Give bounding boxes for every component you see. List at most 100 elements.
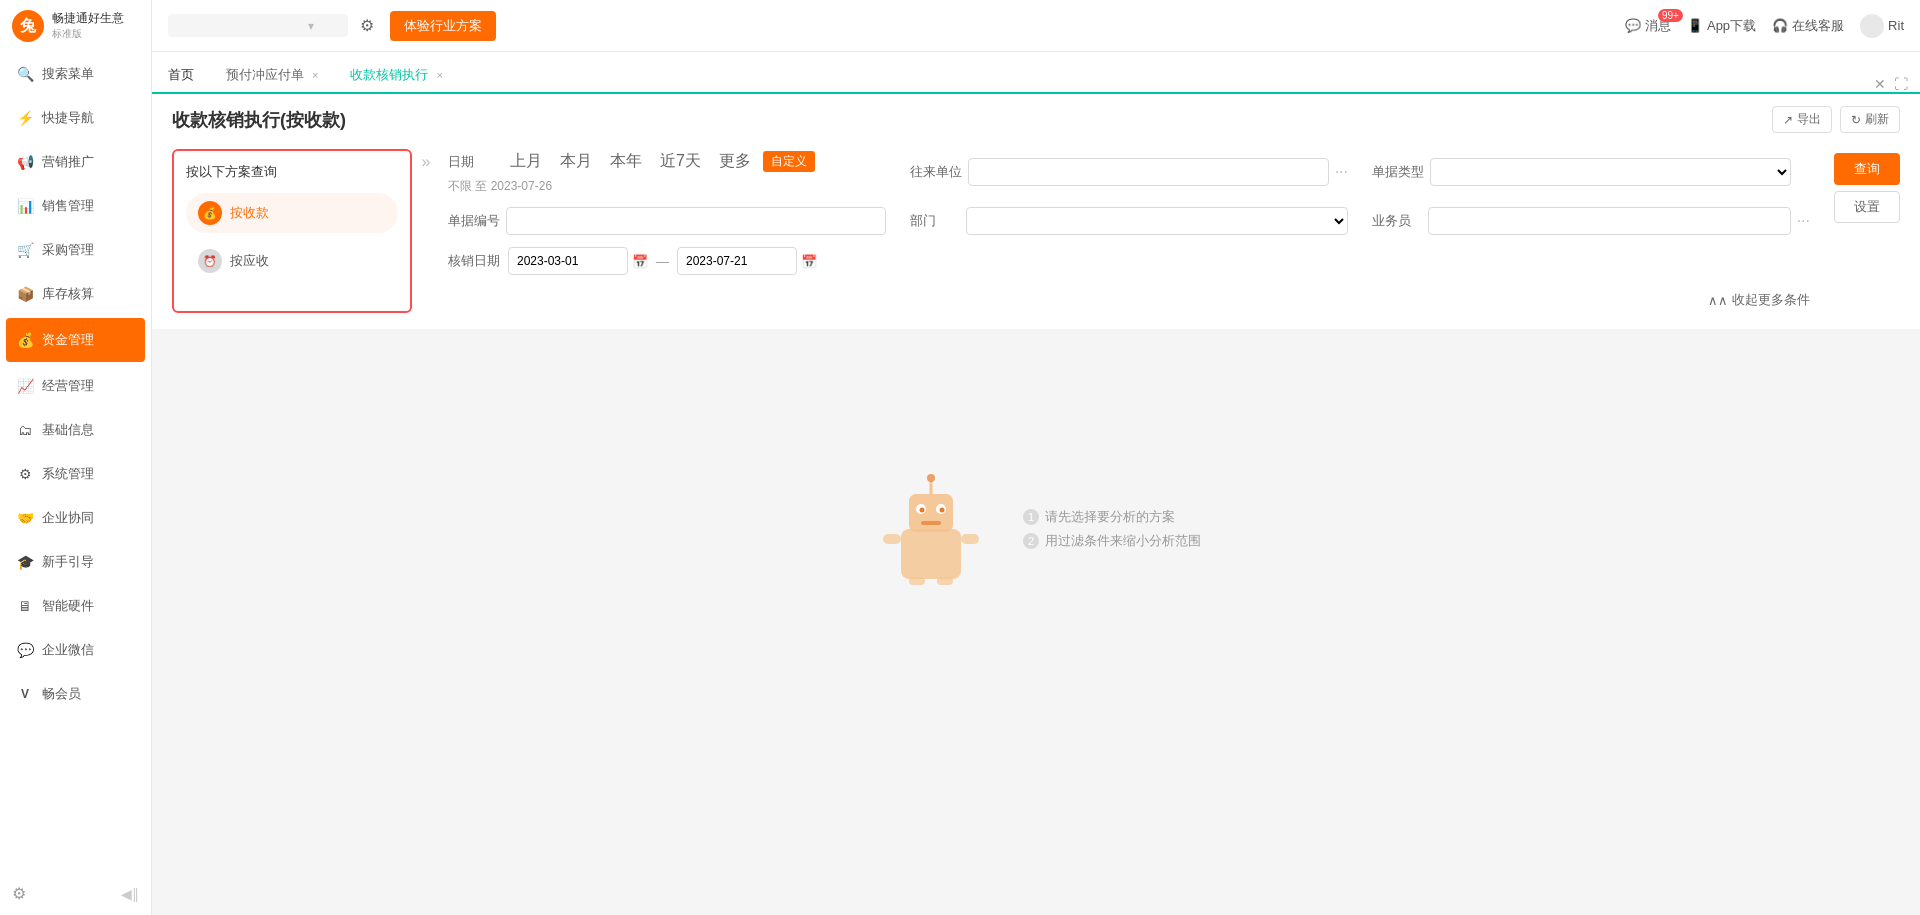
empty-hint-1: 1 请先选择要分析的方案 xyxy=(1023,508,1201,526)
verifydate-start-icon[interactable]: 📅 xyxy=(632,254,648,269)
tab-prepay-close[interactable]: × xyxy=(312,69,318,81)
doctype-select[interactable] xyxy=(1430,158,1791,186)
verifydate-end[interactable]: 2023-07-21 xyxy=(677,247,797,275)
partner-input[interactable] xyxy=(968,158,1329,186)
finance-nav-icon: 💰 xyxy=(16,332,34,348)
date-btn-this-month[interactable]: 本月 xyxy=(554,149,598,174)
user-avatar xyxy=(1860,14,1884,38)
sidebar-item-label: 搜索菜单 xyxy=(42,65,94,83)
settings-bottom-icon[interactable]: ⚙ xyxy=(12,884,26,903)
tabbar-right: ✕ ⛶ xyxy=(1874,76,1920,92)
filter-scheme-title: 按以下方案查询 xyxy=(186,163,398,181)
page-header: 收款核销执行(按收款) ↗ 导出 ↻ 刷新 xyxy=(152,94,1920,133)
sidebar-item-management[interactable]: 📈 经营管理 xyxy=(0,364,151,408)
docno-input[interactable] xyxy=(506,207,886,235)
receipt-option-icon: 💰 xyxy=(198,201,222,225)
date-btn-7days[interactable]: 近7天 xyxy=(654,149,707,174)
sidebar-item-member[interactable]: V 畅会员 xyxy=(0,672,151,716)
topbar-settings-icon[interactable]: ⚙ xyxy=(360,16,374,35)
topbar-search-area[interactable]: ▾ xyxy=(168,14,348,37)
tab-prepay[interactable]: 预付冲应付单 × xyxy=(210,58,334,94)
sidebar-item-marketing[interactable]: 📢 营销推广 xyxy=(0,140,151,184)
hardware-nav-icon: 🖥 xyxy=(16,598,34,614)
sidebar-collapse-btn[interactable]: ◀‖ xyxy=(121,886,139,902)
sidebar-item-label: 企业微信 xyxy=(42,641,94,659)
topbar-msg-btn[interactable]: 💬 消息 99+ xyxy=(1625,17,1671,35)
date-btn-last-month[interactable]: 上月 xyxy=(504,149,548,174)
topbar-app-btn[interactable]: 📱 App下载 xyxy=(1687,17,1756,35)
filter-docno-group: 单据编号 xyxy=(448,207,886,235)
sidebar-item-search[interactable]: 🔍 搜索菜单 xyxy=(0,52,151,96)
sidebar: 兔 畅捷通好生意 标准版 🔍 搜索菜单 ⚡ 快捷导航 📢 营销推广 📊 销售管理… xyxy=(0,0,152,915)
inventory-nav-icon: 📦 xyxy=(16,286,34,302)
export-btn[interactable]: ↗ 导出 xyxy=(1772,106,1832,133)
page-header-actions: ↗ 导出 ↻ 刷新 xyxy=(1772,106,1900,133)
wechat-nav-icon: 💬 xyxy=(16,642,34,658)
verifydate-start[interactable]: 2023-03-01 xyxy=(508,247,628,275)
tab-expand-icon[interactable]: ⛶ xyxy=(1894,76,1908,92)
empty-hint-2: 2 用过滤条件来缩小分析范围 xyxy=(1023,532,1201,550)
svg-rect-6 xyxy=(921,521,941,525)
filter-doctype-group: 单据类型 ··· xyxy=(1372,149,1810,195)
sidebar-item-guide[interactable]: 🎓 新手引导 xyxy=(0,540,151,584)
sidebar-item-sales[interactable]: 📊 销售管理 xyxy=(0,184,151,228)
topbar-user-btn[interactable]: Rit xyxy=(1860,14,1904,38)
tab-home[interactable]: 首页 xyxy=(152,58,210,94)
sidebar-item-quick[interactable]: ⚡ 快捷导航 xyxy=(0,96,151,140)
app-logo: 兔 畅捷通好生意 标准版 xyxy=(0,0,151,52)
svg-rect-7 xyxy=(883,534,901,544)
topbar-dropdown-icon[interactable]: ▾ xyxy=(308,19,314,33)
date-btn-custom[interactable]: 自定义 xyxy=(763,151,815,172)
svg-point-5 xyxy=(940,508,945,513)
staff-more-icon[interactable]: ··· xyxy=(1797,212,1810,230)
tab-verify[interactable]: 收款核销执行 × xyxy=(334,58,458,94)
filter-option-by-receipt[interactable]: 💰 按收款 xyxy=(186,193,398,233)
sidebar-item-wechat[interactable]: 💬 企业微信 xyxy=(0,628,151,672)
svg-rect-1 xyxy=(909,494,953,532)
query-btns-area: 查询 设置 xyxy=(1834,149,1900,313)
industry-btn[interactable]: 体验行业方案 xyxy=(390,11,496,41)
topbar-service-label: 在线客服 xyxy=(1792,17,1844,35)
tab-prepay-label: 预付冲应付单 xyxy=(226,66,304,84)
results-area: 1 请先选择要分析的方案 2 用过滤条件来缩小分析范围 xyxy=(152,329,1920,729)
filter-collapse-btn[interactable]: » xyxy=(412,149,440,313)
filter-panel: 按以下方案查询 💰 按收款 ⏰ 按应收 » xyxy=(152,133,1920,329)
date-label: 日期 xyxy=(448,153,498,171)
sidebar-item-label: 销售管理 xyxy=(42,197,94,215)
staff-input[interactable] xyxy=(1428,207,1791,235)
verifydate-end-icon[interactable]: 📅 xyxy=(801,254,817,269)
verifydate-start-wrap: 2023-03-01 📅 xyxy=(508,247,648,275)
topbar-search-input[interactable] xyxy=(180,18,300,33)
page-title: 收款核销执行(按收款) xyxy=(172,108,346,132)
filter-option-by-receivable[interactable]: ⏰ 按应收 xyxy=(186,241,398,281)
sidebar-nav: 🔍 搜索菜单 ⚡ 快捷导航 📢 营销推广 📊 销售管理 🛒 采购管理 📦 库存核… xyxy=(0,52,151,872)
topbar-service-btn[interactable]: 🎧 在线客服 xyxy=(1772,17,1844,35)
partner-more-icon[interactable]: ··· xyxy=(1335,163,1348,181)
sidebar-item-finance[interactable]: 💰 资金管理 xyxy=(6,318,145,362)
sidebar-item-system[interactable]: ⚙ 系统管理 xyxy=(0,452,151,496)
filter-verifydate-group: 核销日期 2023-03-01 📅 — 2023-07-21 📅 xyxy=(448,247,1810,275)
tab-close-all-icon[interactable]: ✕ xyxy=(1874,76,1886,92)
sidebar-item-purchase[interactable]: 🛒 采购管理 xyxy=(0,228,151,272)
sidebar-item-label: 采购管理 xyxy=(42,241,94,259)
refresh-btn[interactable]: ↻ 刷新 xyxy=(1840,106,1900,133)
sidebar-item-inventory[interactable]: 📦 库存核算 xyxy=(0,272,151,316)
tab-verify-close[interactable]: × xyxy=(436,69,442,81)
search-nav-icon: 🔍 xyxy=(16,66,34,82)
collapse-more-btn[interactable]: ∧∧ 收起更多条件 xyxy=(1708,291,1810,309)
date-btn-this-year[interactable]: 本年 xyxy=(604,149,648,174)
verifydate-label: 核销日期 xyxy=(448,252,500,270)
sidebar-item-label: 快捷导航 xyxy=(42,109,94,127)
app-version: 标准版 xyxy=(52,27,124,41)
management-nav-icon: 📈 xyxy=(16,378,34,394)
docno-label: 单据编号 xyxy=(448,212,500,230)
filter-settings-btn[interactable]: 设置 xyxy=(1834,191,1900,223)
sidebar-item-basic[interactable]: 🗂 基础信息 xyxy=(0,408,151,452)
tab-verify-label: 收款核销执行 xyxy=(350,66,428,84)
sidebar-item-hardware[interactable]: 🖥 智能硬件 xyxy=(0,584,151,628)
marketing-nav-icon: 📢 xyxy=(16,154,34,170)
sidebar-item-collab[interactable]: 🤝 企业协同 xyxy=(0,496,151,540)
date-btn-more[interactable]: 更多 xyxy=(713,149,757,174)
dept-select[interactable] xyxy=(966,207,1348,235)
query-btn[interactable]: 查询 xyxy=(1834,153,1900,185)
